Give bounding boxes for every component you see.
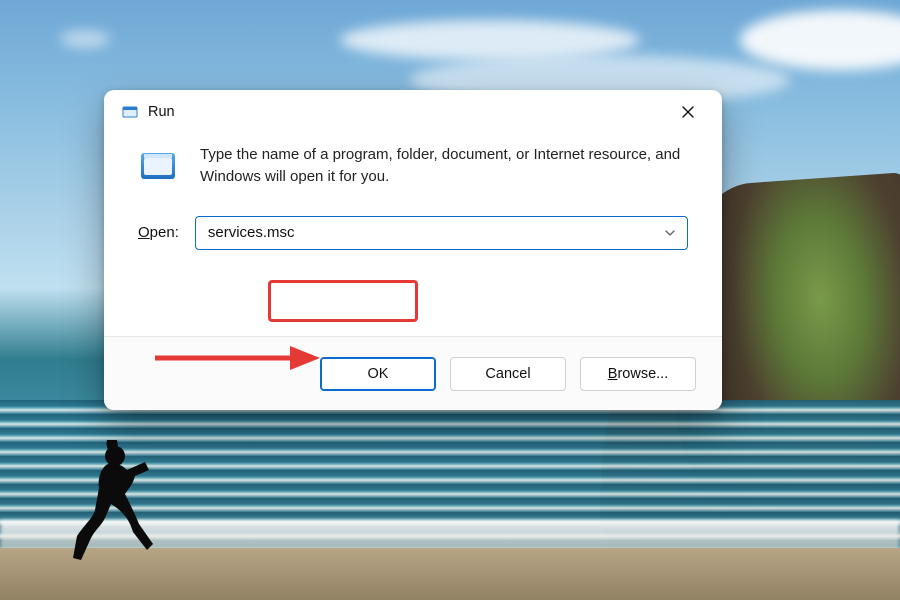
open-input[interactable] — [196, 217, 687, 249]
run-dialog-icon — [138, 146, 178, 186]
close-icon — [681, 105, 695, 119]
run-app-icon — [122, 104, 138, 120]
runner-silhouette — [55, 440, 175, 580]
dialog-footer: OK Cancel Browse... — [104, 336, 722, 410]
cancel-button[interactable]: Cancel — [450, 357, 566, 391]
open-label: Open: — [138, 224, 179, 241]
ok-button[interactable]: OK — [320, 357, 436, 391]
open-combobox[interactable] — [195, 216, 688, 250]
browse-button[interactable]: Browse... — [580, 357, 696, 391]
titlebar[interactable]: Run — [104, 90, 722, 134]
run-dialog: Run Type the name of a program, folder, … — [104, 90, 722, 410]
close-button[interactable] — [666, 96, 710, 128]
dialog-title: Run — [148, 104, 175, 120]
cloud-decor — [740, 10, 900, 70]
cloud-decor — [340, 20, 640, 60]
dialog-description: Type the name of a program, folder, docu… — [200, 144, 688, 188]
desktop-wallpaper: Run Type the name of a program, folder, … — [0, 0, 900, 600]
cloud-decor — [60, 30, 110, 48]
